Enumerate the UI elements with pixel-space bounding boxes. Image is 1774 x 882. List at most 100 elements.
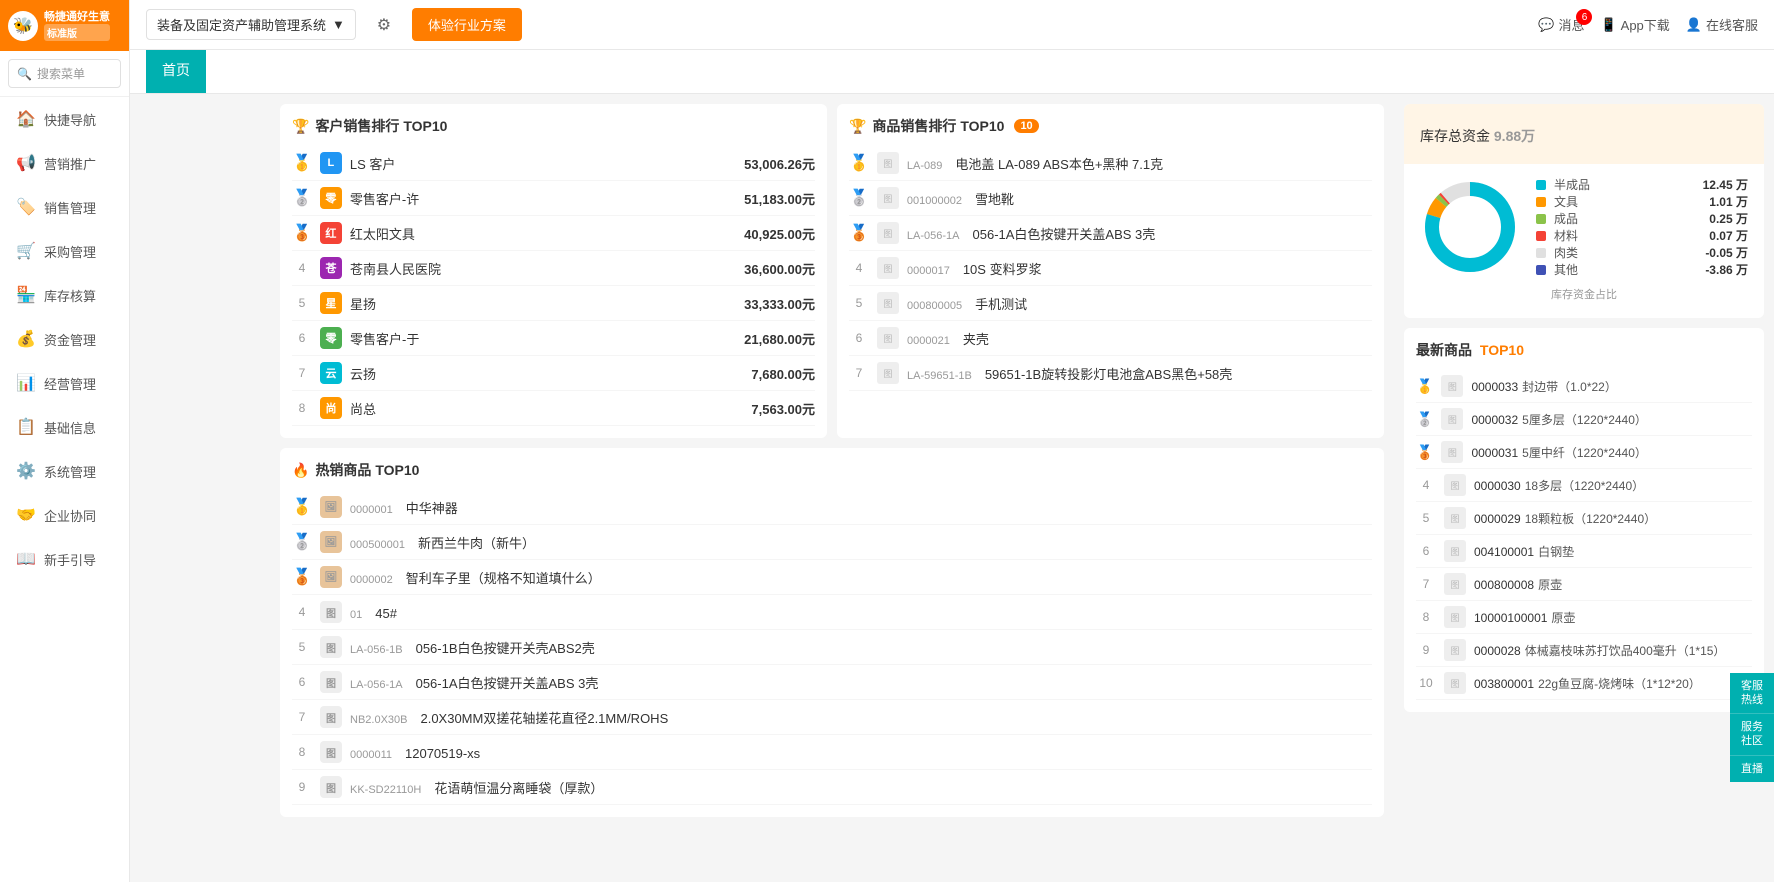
product-sales-item: 🥉 图 LA-056-1A 056-1A白色按键开关盖ABS 3壳 [849, 216, 1372, 251]
inventory-donut-chart [1420, 177, 1520, 277]
hot-product-info: 000500001 新西兰牛肉（新牛） [350, 533, 1372, 552]
online-service-button[interactable]: 👤 在线客服 [1686, 15, 1758, 34]
sidebar-item-sales[interactable]: 🏷️ 销售管理 [0, 185, 129, 229]
logo-badge: 标准版 [44, 24, 110, 41]
bronze-medal-icon: 🥉 [292, 223, 312, 243]
hot-product-img: 图 [320, 636, 342, 658]
customer-name: 红太阳文具 [350, 224, 736, 243]
hot-product-info: LA-056-1B 056-1B白色按键开关壳ABS2壳 [350, 638, 1372, 657]
newest-product-img: 图 [1444, 474, 1466, 496]
rank-number: 4 [292, 605, 312, 619]
newest-product-item: 4 图 000003018多层（1220*2440） [1416, 469, 1752, 502]
gold-medal-icon: 🥇 [292, 497, 312, 517]
newest-product-info: 00380000122g鱼豆腐-烧烤味（1*12*20） [1474, 675, 1752, 692]
newest-products-title: 最新商品 TOP10 [1416, 340, 1752, 360]
newest-product-item: 10 图 00380000122g鱼豆腐-烧烤味（1*12*20） [1416, 667, 1752, 700]
gold-medal-icon: 🥇 [1416, 378, 1433, 395]
cooperation-icon: 🤝 [16, 505, 36, 525]
rank-number: 7 [1416, 577, 1436, 591]
hot-product-info: LA-056-1A 056-1A白色按键开关盖ABS 3壳 [350, 673, 1372, 692]
hot-product-item: 7 图 NB2.0X30B 2.0X30MM双搓花轴搓花直径2.1MM/ROHS [292, 700, 1372, 735]
newest-product-img: 图 [1444, 540, 1466, 562]
sidebar-item-finance[interactable]: 💰 资金管理 [0, 317, 129, 361]
rank-number: 7 [292, 366, 312, 380]
top-bar: 装备及固定资产辅助管理系统 ▼ ⚙ 体验行业方案 💬 消息 6 📱 App下载 … [130, 0, 1774, 50]
newest-product-info: 000800008原壶 [1474, 576, 1752, 593]
search-menu-button[interactable]: 🔍 搜索菜单 [8, 59, 121, 88]
search-icon: 🔍 [17, 67, 32, 81]
rank-number: 6 [1416, 544, 1436, 558]
product-img: 图 [877, 152, 899, 174]
trophy-icon: 🏆 [292, 118, 309, 135]
customer-rank-item: 🥈 零 零售客户-许 51,183.00元 [292, 181, 815, 216]
tab-home[interactable]: 首页 [146, 50, 206, 93]
sidebar-item-cooperation[interactable]: 🤝 企业协同 [0, 493, 129, 537]
newest-product-info: 0000028体械嘉枝味苏打饮品400毫升（1*15） [1474, 642, 1752, 659]
product-img: 图 [877, 292, 899, 314]
bronze-medal-icon: 🥉 [1416, 444, 1433, 461]
newest-product-item: 5 图 000002918颗粒板（1220*2440） [1416, 502, 1752, 535]
product-sales-info: 0000017 10S 变料罗浆 [907, 259, 1372, 278]
sidebar-item-system[interactable]: ⚙️ 系统管理 [0, 449, 129, 493]
gold-medal-icon: 🥇 [849, 153, 869, 173]
customer-name: 星扬 [350, 294, 736, 313]
rank-number: 8 [292, 745, 312, 759]
purchase-icon: 🛒 [16, 241, 36, 261]
customer-name: 云扬 [350, 364, 743, 383]
sidebar-item-guide[interactable]: 📖 新手引导 [0, 537, 129, 581]
legend-value: -3.86 万 [1705, 261, 1748, 278]
legend-value: 12.45 万 [1703, 176, 1748, 193]
hot-product-img: 图 [320, 671, 342, 693]
sidebar: 🐝 畅捷通好生意 标准版 🔍 搜索菜单 🏠 快捷导航 📢 营销推广 🏷️ 销售管… [0, 0, 130, 882]
rank-number: 7 [849, 366, 869, 380]
hot-product-info: NB2.0X30B 2.0X30MM双搓花轴搓花直径2.1MM/ROHS [350, 708, 1372, 727]
customer-rank-item: 🥉 红 红太阳文具 40,925.00元 [292, 216, 815, 251]
hot-product-img: 🖼 [320, 531, 342, 553]
newest-product-info: 00000315厘中纤（1220*2440） [1471, 444, 1752, 461]
hot-product-info: 01 45# [350, 603, 1372, 622]
float-btn-customer-service[interactable]: 客服热线 [1730, 673, 1774, 715]
product-sales-item: 6 图 0000021 夹壳 [849, 321, 1372, 356]
sidebar-item-inventory[interactable]: 🏪 库存核算 [0, 273, 129, 317]
legend-dot [1536, 180, 1546, 190]
product-sales-info: LA-056-1A 056-1A白色按键开关盖ABS 3壳 [907, 224, 1372, 243]
legend-label: 其他 [1536, 261, 1705, 278]
app-download-button[interactable]: 📱 App下载 [1600, 15, 1669, 34]
float-btn-service-community[interactable]: 服务社区 [1730, 714, 1774, 756]
inventory-legend: 半成品 12.45 万 文具 1.01 万 成品 0.25 万 材料 0.07 … [1536, 176, 1748, 278]
customer-value: 33,333.00元 [744, 294, 815, 313]
product-sales-item: 5 图 000800005 手机测试 [849, 286, 1372, 321]
hot-products-title: 🔥 热销商品 TOP10 [292, 460, 1372, 480]
message-button[interactable]: 💬 消息 6 [1538, 15, 1584, 34]
customer-rank-item: 6 零 零售客户-于 21,680.00元 [292, 321, 815, 356]
settings-button[interactable]: ⚙ [368, 9, 400, 41]
customer-name: 尚总 [350, 399, 743, 418]
customer-badge: 零 [320, 187, 342, 209]
product-img: 图 [877, 222, 899, 244]
product-sales-item: 🥇 图 LA-089 电池盖 LA-089 ABS本色+黑种 7.1克 [849, 146, 1372, 181]
legend-label: 材料 [1536, 227, 1709, 244]
float-btn-direct[interactable]: 直播 [1730, 756, 1774, 782]
sidebar-item-quick-nav[interactable]: 🏠 快捷导航 [0, 97, 129, 141]
hot-products-card: 🔥 热销商品 TOP10 🥇 🖼 0000001 中华神器 🥈 🖼 000500… [280, 448, 1384, 817]
newest-product-item: 🥈 图 00000325厘多层（1220*2440） [1416, 403, 1752, 436]
newest-product-item: 🥉 图 00000315厘中纤（1220*2440） [1416, 436, 1752, 469]
message-icon: 💬 [1538, 17, 1554, 33]
sidebar-item-purchase[interactable]: 🛒 采购管理 [0, 229, 129, 273]
sidebar-item-marketing[interactable]: 📢 营销推广 [0, 141, 129, 185]
top-bar-right: 💬 消息 6 📱 App下载 👤 在线客服 [1538, 15, 1758, 34]
sidebar-item-operations[interactable]: 📊 经营管理 [0, 361, 129, 405]
customer-value: 21,680.00元 [744, 329, 815, 348]
hot-product-info: 0000001 中华神器 [350, 498, 1372, 517]
legend-label: 成品 [1536, 210, 1709, 227]
trial-button[interactable]: 体验行业方案 [412, 8, 522, 41]
sales-icon: 🏷️ [16, 197, 36, 217]
legend-item: 半成品 12.45 万 [1536, 176, 1748, 193]
customer-rank-item: 4 苍 苍南县人民医院 36,600.00元 [292, 251, 815, 286]
main-nav: 🏠 快捷导航 📢 营销推广 🏷️ 销售管理 🛒 采购管理 🏪 库存核算 💰 资金… [0, 97, 129, 882]
legend-value: 0.25 万 [1709, 210, 1748, 227]
silver-medal-icon: 🥈 [1416, 411, 1433, 428]
system-selector[interactable]: 装备及固定资产辅助管理系统 ▼ [146, 9, 356, 40]
sidebar-item-basic-info[interactable]: 📋 基础信息 [0, 405, 129, 449]
hot-product-img: 🖼 [320, 496, 342, 518]
